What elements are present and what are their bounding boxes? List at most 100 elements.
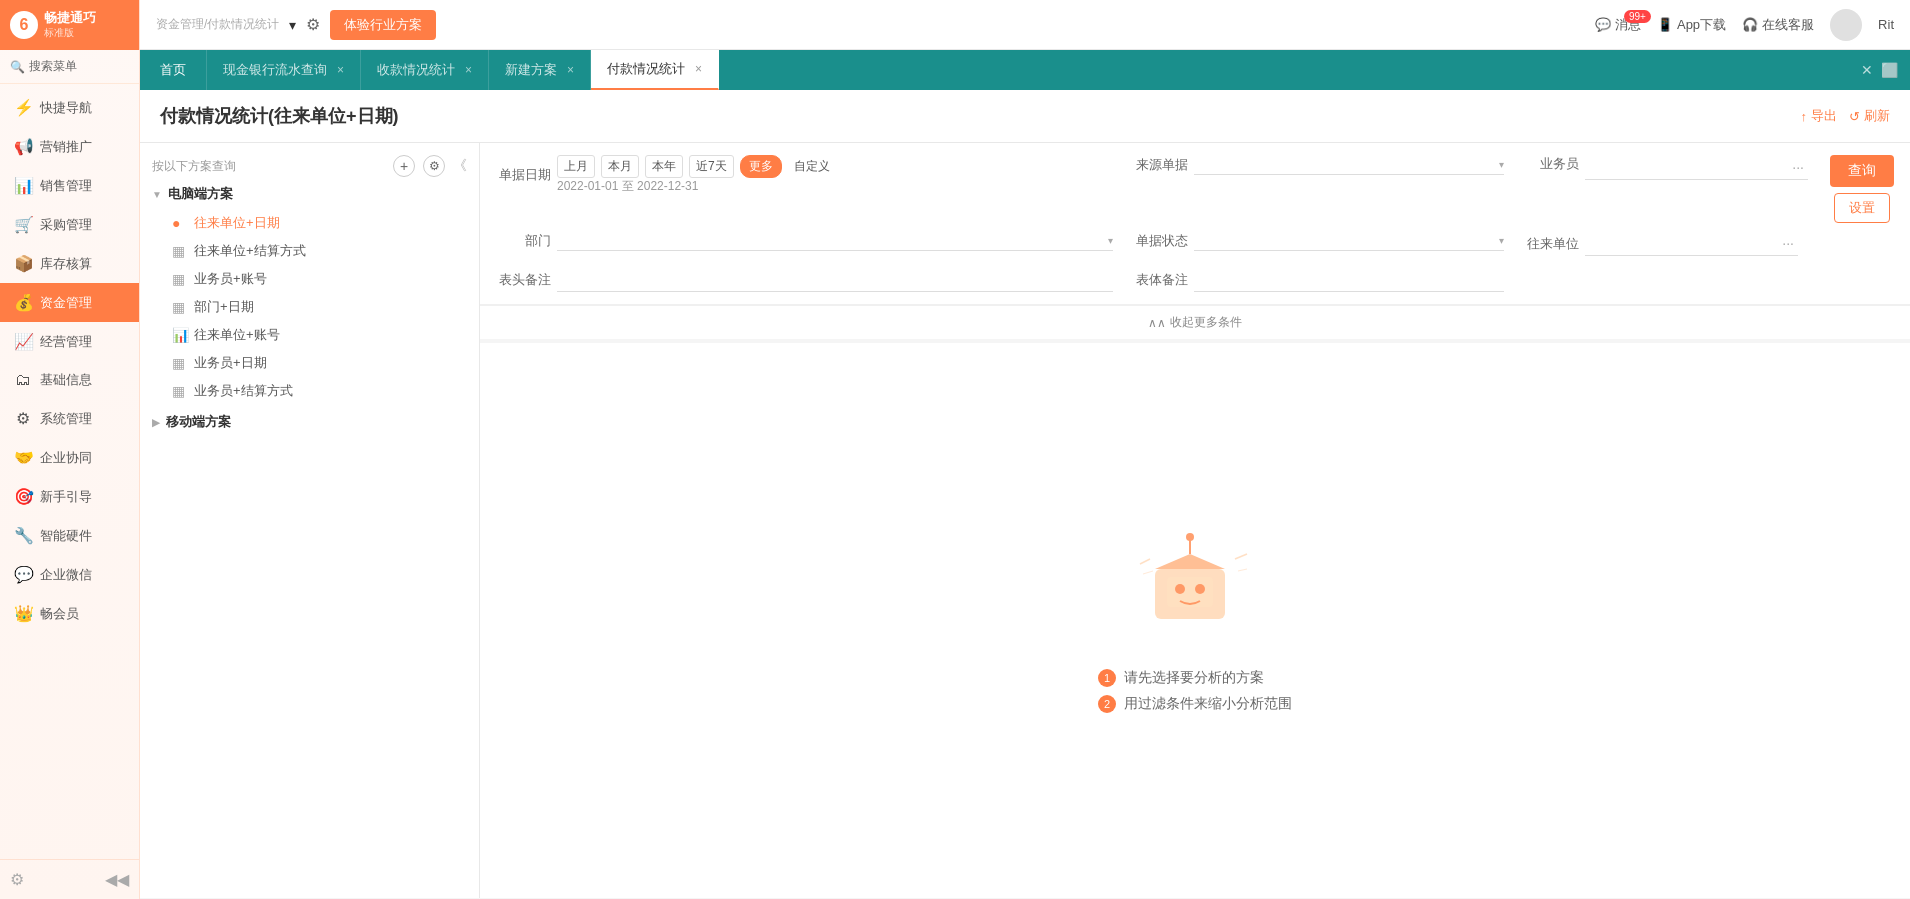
body-note-input[interactable] <box>1194 268 1503 292</box>
sidebar-item-sales[interactable]: 📊 销售管理 <box>0 166 139 205</box>
empty-illustration <box>1135 529 1255 649</box>
doc-status-control: ▾ <box>1194 231 1503 251</box>
source-select[interactable]: ▾ <box>1194 155 1503 175</box>
sidebar-item-hardware[interactable]: 🔧 智能硬件 <box>0 516 139 555</box>
sidebar-item-label: 智能硬件 <box>40 527 92 545</box>
scheme-item-salesman-account[interactable]: ▦ 业务员+账号 <box>152 265 467 293</box>
sidebar-item-marketing[interactable]: 📢 营销推广 <box>0 127 139 166</box>
scheme-item-partner-date[interactable]: ● 往来单位+日期 <box>152 209 467 237</box>
window-close-icon[interactable]: ✕ <box>1861 62 1873 78</box>
tab-bank-label: 现金银行流水查询 <box>223 61 327 79</box>
trial-btn[interactable]: 体验行业方案 <box>330 10 436 40</box>
scheme-item-partner-account[interactable]: 📊 往来单位+账号 <box>152 321 467 349</box>
filter-dept-field: 部门 ▾ <box>496 231 1113 251</box>
scheme-item-icon-4: ▦ <box>172 299 188 315</box>
salesman-more-icon[interactable]: ··· <box>1788 155 1808 179</box>
collapse-label: 收起更多条件 <box>1170 314 1242 331</box>
date-last-month[interactable]: 上月 <box>557 155 595 178</box>
scheme-settings-btn[interactable]: ⚙ <box>423 155 445 177</box>
sidebar-item-finance[interactable]: 💰 资金管理 <box>0 283 139 322</box>
scheme-collapse-btn[interactable]: 《 <box>453 157 467 175</box>
refresh-icon: ↺ <box>1849 109 1860 124</box>
sidebar-item-wechat[interactable]: 💬 企业微信 <box>0 555 139 594</box>
online-service-btn[interactable]: 🎧 在线客服 <box>1742 16 1814 34</box>
tab-home[interactable]: 首页 <box>140 50 207 90</box>
username: Rit <box>1878 17 1894 32</box>
refresh-btn[interactable]: ↺ 刷新 <box>1849 107 1890 125</box>
scheme-add-btn[interactable]: + <box>393 155 415 177</box>
date-label: 单据日期 <box>496 166 551 184</box>
sidebar-item-inventory[interactable]: 📦 库存核算 <box>0 244 139 283</box>
scheme-item-salesman-settle[interactable]: ▦ 业务员+结算方式 <box>152 377 467 405</box>
scheme-item-partner-settle[interactable]: ▦ 往来单位+结算方式 <box>152 237 467 265</box>
sidebar-item-label: 畅会员 <box>40 605 79 623</box>
page-title: 付款情况统计(往来单位+日期) <box>160 104 399 128</box>
tab-receipt-close[interactable]: × <box>465 63 472 77</box>
tab-bar: 首页 现金银行流水查询 × 收款情况统计 × 新建方案 × 付款情况统计 × ✕… <box>140 50 1910 90</box>
filter-settings-btn[interactable]: 设置 <box>1834 193 1890 223</box>
filter-body-note-field: 表体备注 <box>1133 268 1503 292</box>
date-custom[interactable]: 自定义 <box>788 156 836 177</box>
sidebar-item-purchase[interactable]: 🛒 采购管理 <box>0 205 139 244</box>
marketing-icon: 📢 <box>14 137 32 156</box>
sidebar-search[interactable]: 🔍 搜索菜单 <box>0 50 139 84</box>
sidebar-item-shortcut[interactable]: ⚡ 快捷导航 <box>0 88 139 127</box>
date-this-month[interactable]: 本月 <box>601 155 639 178</box>
wechat-icon: 💬 <box>14 565 32 584</box>
scheme-group-desktop-title[interactable]: ▼ 电脑端方案 <box>152 185 467 203</box>
collapse-bar[interactable]: ∧∧ 收起更多条件 <box>480 305 1910 339</box>
dept-select[interactable]: ▾ <box>557 231 1113 251</box>
date-last-7[interactable]: 近7天 <box>689 155 734 178</box>
app-download-btn[interactable]: 📱 App下载 <box>1657 16 1726 34</box>
sidebar-item-guide[interactable]: 🎯 新手引导 <box>0 477 139 516</box>
svg-point-6 <box>1186 533 1194 541</box>
salesman-input[interactable] <box>1585 156 1789 179</box>
tab-payment[interactable]: 付款情况统计 × <box>591 50 719 90</box>
user-avatar[interactable] <box>1830 9 1862 41</box>
sidebar-item-system[interactable]: ⚙ 系统管理 <box>0 399 139 438</box>
sidebar-item-label: 企业微信 <box>40 566 92 584</box>
scheme-item-salesman-date[interactable]: ▦ 业务员+日期 <box>152 349 467 377</box>
search-icon: 🔍 <box>10 60 25 74</box>
tab-new-scheme-close[interactable]: × <box>567 63 574 77</box>
tab-receipt[interactable]: 收款情况统计 × <box>361 50 489 90</box>
page-header-actions: ↑ 导出 ↺ 刷新 <box>1801 107 1891 125</box>
header-settings-icon[interactable]: ⚙ <box>306 15 320 34</box>
sidebar-item-member[interactable]: 👑 畅会员 <box>0 594 139 633</box>
main-content: 资金管理/付款情况统计 ▾ ⚙ 体验行业方案 💬 消息 99+ 📱 App下载 … <box>140 0 1910 899</box>
scheme-item-icon-6: ▦ <box>172 355 188 371</box>
scheme-group-mobile-title[interactable]: ▶ 移动端方案 <box>152 413 467 431</box>
message-btn[interactable]: 💬 消息 99+ <box>1595 16 1641 34</box>
tab-bank[interactable]: 现金银行流水查询 × <box>207 50 361 90</box>
filter-form: 单据日期 上月 本月 本年 近7天 更多 自定义 20 <box>480 143 1910 305</box>
operations-icon: 📈 <box>14 332 32 351</box>
date-more[interactable]: 更多 <box>740 155 782 178</box>
query-btn[interactable]: 查询 <box>1830 155 1894 187</box>
header-dropdown-arrow[interactable]: ▾ <box>289 17 296 33</box>
sidebar-logo: 6 畅捷通巧 标准版 <box>0 0 139 50</box>
tab-payment-close[interactable]: × <box>695 62 702 76</box>
empty-state: 1 请先选择要分析的方案 2 用过滤条件来缩小分析范围 <box>480 343 1910 898</box>
partner-control: ··· <box>1585 231 1798 256</box>
window-maximize-icon[interactable]: ⬜ <box>1881 62 1898 78</box>
export-btn[interactable]: ↑ 导出 <box>1801 107 1838 125</box>
scheme-item-label: 部门+日期 <box>194 298 254 316</box>
tab-home-label: 首页 <box>160 61 186 79</box>
scheme-group-mobile: ▶ 移动端方案 <box>152 413 467 431</box>
partner-input[interactable] <box>1585 232 1779 255</box>
collapse-sidebar-icon[interactable]: ◀◀ <box>105 870 129 889</box>
sidebar-item-basic[interactable]: 🗂 基础信息 <box>0 361 139 399</box>
member-icon: 👑 <box>14 604 32 623</box>
header-note-input[interactable] <box>557 268 1113 292</box>
partner-more-icon[interactable]: ··· <box>1778 231 1798 255</box>
sidebar-item-operations[interactable]: 📈 经营管理 <box>0 322 139 361</box>
date-this-year[interactable]: 本年 <box>645 155 683 178</box>
settings-bottom-icon[interactable]: ⚙ <box>10 870 24 889</box>
sidebar-item-label: 销售管理 <box>40 177 92 195</box>
scheme-item-dept-date[interactable]: ▦ 部门+日期 <box>152 293 467 321</box>
sidebar-item-enterprise[interactable]: 🤝 企业协同 <box>0 438 139 477</box>
tab-new-scheme[interactable]: 新建方案 × <box>489 50 591 90</box>
tab-bank-close[interactable]: × <box>337 63 344 77</box>
collapse-up-icon: ∧∧ <box>1148 316 1166 330</box>
doc-status-select[interactable]: ▾ <box>1194 231 1503 251</box>
